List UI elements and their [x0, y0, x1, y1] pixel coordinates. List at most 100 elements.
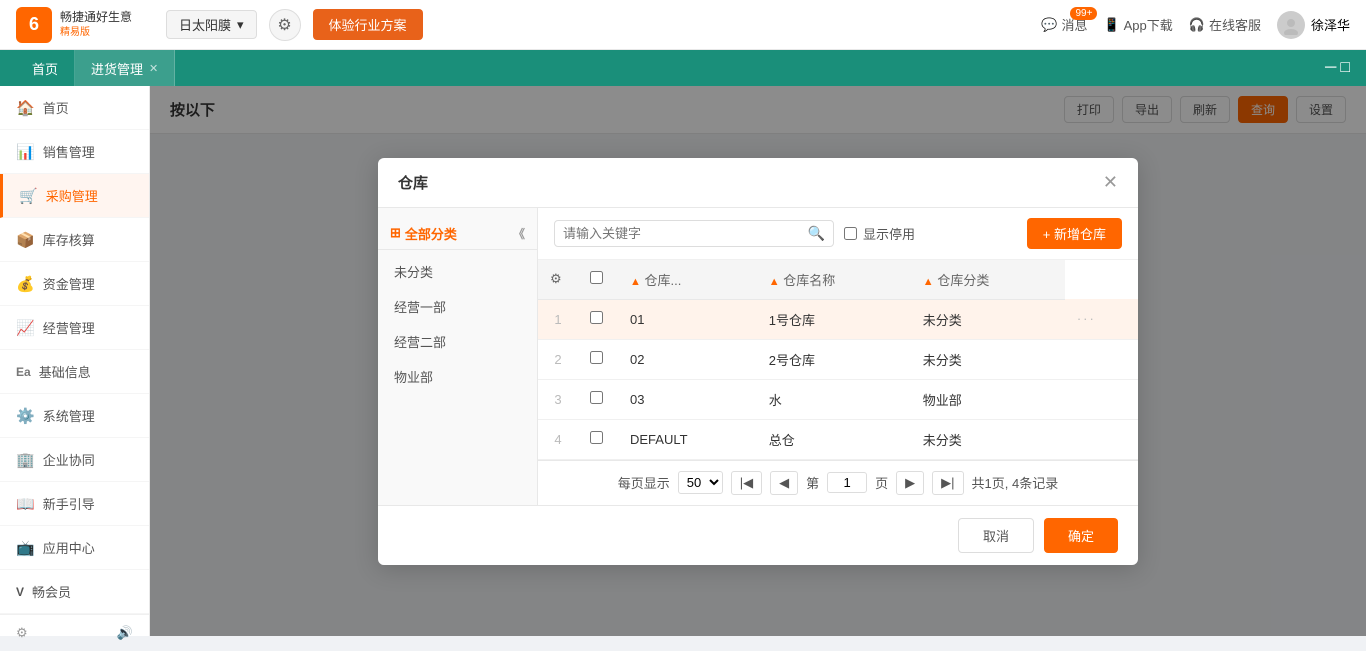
sidebar-item-operations[interactable]: 📈 经营管理: [0, 306, 149, 350]
table-row[interactable]: 4 DEFAULT 总仓 未分类: [538, 419, 1138, 459]
sidebar-item-home[interactable]: 🏠 首页: [0, 86, 149, 130]
search-icon[interactable]: 🔍: [808, 225, 825, 242]
row-gear: 4: [538, 419, 578, 459]
headset-icon: 🎧: [1189, 17, 1205, 33]
cancel-button[interactable]: 取消: [958, 518, 1034, 553]
settings-bottom-icon[interactable]: ⚙: [16, 625, 28, 641]
page-label: 第: [806, 473, 819, 492]
tab-home[interactable]: 首页: [16, 50, 75, 86]
avatar: [1277, 11, 1305, 39]
tab-purchase[interactable]: 进货管理 ✕: [75, 50, 175, 86]
store-name: 日太阳膜: [179, 15, 231, 34]
row-code: 02: [618, 339, 757, 379]
window-minimize-icon[interactable]: ─: [1325, 59, 1336, 77]
col-checkbox: [578, 260, 618, 300]
sidebar-item-vip[interactable]: V 畅会员: [0, 570, 149, 614]
header-right: 💬 消息 99+ 📱 App下载 🎧 在线客服 徐泽华: [1041, 11, 1350, 39]
tab-close-icon[interactable]: ✕: [149, 62, 158, 75]
sidebar-item-inventory[interactable]: 📦 库存核算: [0, 218, 149, 262]
row-category: 物业部: [911, 379, 1065, 419]
warehouse-table: ⚙ ▲ 仓库... ▲ 仓库名称: [538, 260, 1138, 460]
inventory-icon: 📦: [16, 231, 35, 249]
category-item-unclassified[interactable]: 未分类: [378, 254, 537, 289]
user-area[interactable]: 徐泽华: [1277, 11, 1350, 39]
next-page-button[interactable]: ▶: [896, 471, 924, 495]
sidebar-label-inventory: 库存核算: [43, 230, 95, 249]
category-item-property[interactable]: 物业部: [378, 359, 537, 394]
store-selector[interactable]: 日太阳膜 ▾: [166, 10, 257, 39]
sidebar-item-basic-info[interactable]: Ea 基础信息: [0, 350, 149, 394]
show-disabled-wrap[interactable]: 显示停用: [844, 224, 915, 243]
collapse-button[interactable]: 《: [513, 225, 525, 242]
add-warehouse-button[interactable]: + 新增仓库: [1027, 218, 1122, 249]
row-checkbox[interactable]: [578, 339, 618, 379]
search-input[interactable]: [563, 226, 808, 241]
modal-title: 仓库: [398, 172, 428, 193]
header-center: 日太阳膜 ▾ ⚙ 体验行业方案: [166, 9, 1041, 41]
enterprise-icon: 🏢: [16, 451, 35, 469]
row-checkbox[interactable]: [578, 299, 618, 339]
col-gear: ⚙: [538, 260, 578, 300]
sidebar-item-system[interactable]: ⚙️ 系统管理: [0, 394, 149, 438]
modal-content-area: 🔍 显示停用 + 新增仓库: [538, 208, 1138, 505]
sidebar-item-guide[interactable]: 📖 新手引导: [0, 482, 149, 526]
sidebar-label-guide: 新手引导: [43, 494, 95, 513]
row-gear: 3: [538, 379, 578, 419]
row-actions[interactable]: ···: [1065, 299, 1138, 339]
modal-header: 仓库 ✕: [378, 158, 1138, 208]
app-label: App下载: [1124, 15, 1173, 34]
row-name: 总仓: [757, 419, 911, 459]
row-actions[interactable]: [1065, 379, 1138, 419]
row-actions[interactable]: [1065, 419, 1138, 459]
table-row[interactable]: 2 02 2号仓库 未分类: [538, 339, 1138, 379]
main-layout: 🏠 首页 📊 销售管理 🛒 采购管理 📦 库存核算 💰 资金管理 📈 经营管理 …: [0, 86, 1366, 636]
modal-table-wrap: ⚙ ▲ 仓库... ▲ 仓库名称: [538, 260, 1138, 460]
gear-button[interactable]: ⚙: [269, 9, 301, 41]
prev-page-button[interactable]: ◀: [770, 471, 798, 495]
sidebar-label-finance: 资金管理: [43, 274, 95, 293]
show-disabled-label: 显示停用: [863, 224, 915, 243]
top-header: 6 畅捷通好生意 精易版 日太阳膜 ▾ ⚙ 体验行业方案 💬 消息 99+ 📱 …: [0, 0, 1366, 50]
sidebar-label-system: 系统管理: [43, 406, 95, 425]
per-page-select[interactable]: 50: [678, 471, 723, 494]
sidebar-label-enterprise: 企业协同: [43, 450, 95, 469]
select-all-checkbox[interactable]: [590, 271, 603, 284]
first-page-button[interactable]: |◀: [731, 471, 762, 495]
sidebar-item-purchase[interactable]: 🛒 采购管理: [0, 174, 149, 218]
table-row[interactable]: 3 03 水 物业部: [538, 379, 1138, 419]
window-maximize-icon[interactable]: □: [1340, 59, 1350, 77]
sidebar-item-finance[interactable]: 💰 资金管理: [0, 262, 149, 306]
last-page-button[interactable]: ▶|: [932, 471, 963, 495]
service-item[interactable]: 🎧 在线客服: [1189, 15, 1261, 34]
confirm-button[interactable]: 确定: [1044, 518, 1118, 553]
row-name: 1号仓库: [757, 299, 911, 339]
chevron-down-icon: ▾: [237, 17, 244, 33]
row-actions[interactable]: [1065, 339, 1138, 379]
experience-button[interactable]: 体验行业方案: [313, 9, 423, 40]
table-row[interactable]: 1 01 1号仓库 未分类 ···: [538, 299, 1138, 339]
col-code-label: 仓库...: [645, 273, 682, 288]
sidebar-item-enterprise[interactable]: 🏢 企业协同: [0, 438, 149, 482]
sidebar-label-basic-info: 基础信息: [39, 362, 91, 381]
page-unit: 页: [875, 473, 888, 492]
row-checkbox[interactable]: [578, 419, 618, 459]
warehouse-modal: 仓库 ✕ ⊞ 全部分类 《 未分类: [378, 158, 1138, 565]
total-info: 共1页, 4条记录: [972, 473, 1059, 492]
category-header: ⊞ 全部分类 《: [378, 218, 537, 250]
show-disabled-checkbox[interactable]: [844, 227, 857, 240]
modal-close-icon[interactable]: ✕: [1103, 172, 1118, 193]
sidebar: 🏠 首页 📊 销售管理 🛒 采购管理 📦 库存核算 💰 资金管理 📈 经营管理 …: [0, 86, 150, 636]
row-checkbox[interactable]: [578, 379, 618, 419]
message-icon: 💬: [1041, 17, 1057, 33]
sidebar-item-sales[interactable]: 📊 销售管理: [0, 130, 149, 174]
col-category: ▲ 仓库分类: [911, 260, 1065, 300]
app-download-item[interactable]: 📱 App下载: [1103, 15, 1172, 34]
message-item[interactable]: 💬 消息 99+: [1041, 15, 1087, 34]
row-code: DEFAULT: [618, 419, 757, 459]
category-item-dept1[interactable]: 经营一部: [378, 289, 537, 324]
sidebar-item-apps[interactable]: 📺 应用中心: [0, 526, 149, 570]
page-number-input[interactable]: [827, 472, 867, 493]
speaker-icon[interactable]: 🔊: [117, 625, 133, 641]
category-item-dept2[interactable]: 经营二部: [378, 324, 537, 359]
home-icon: 🏠: [16, 99, 35, 117]
